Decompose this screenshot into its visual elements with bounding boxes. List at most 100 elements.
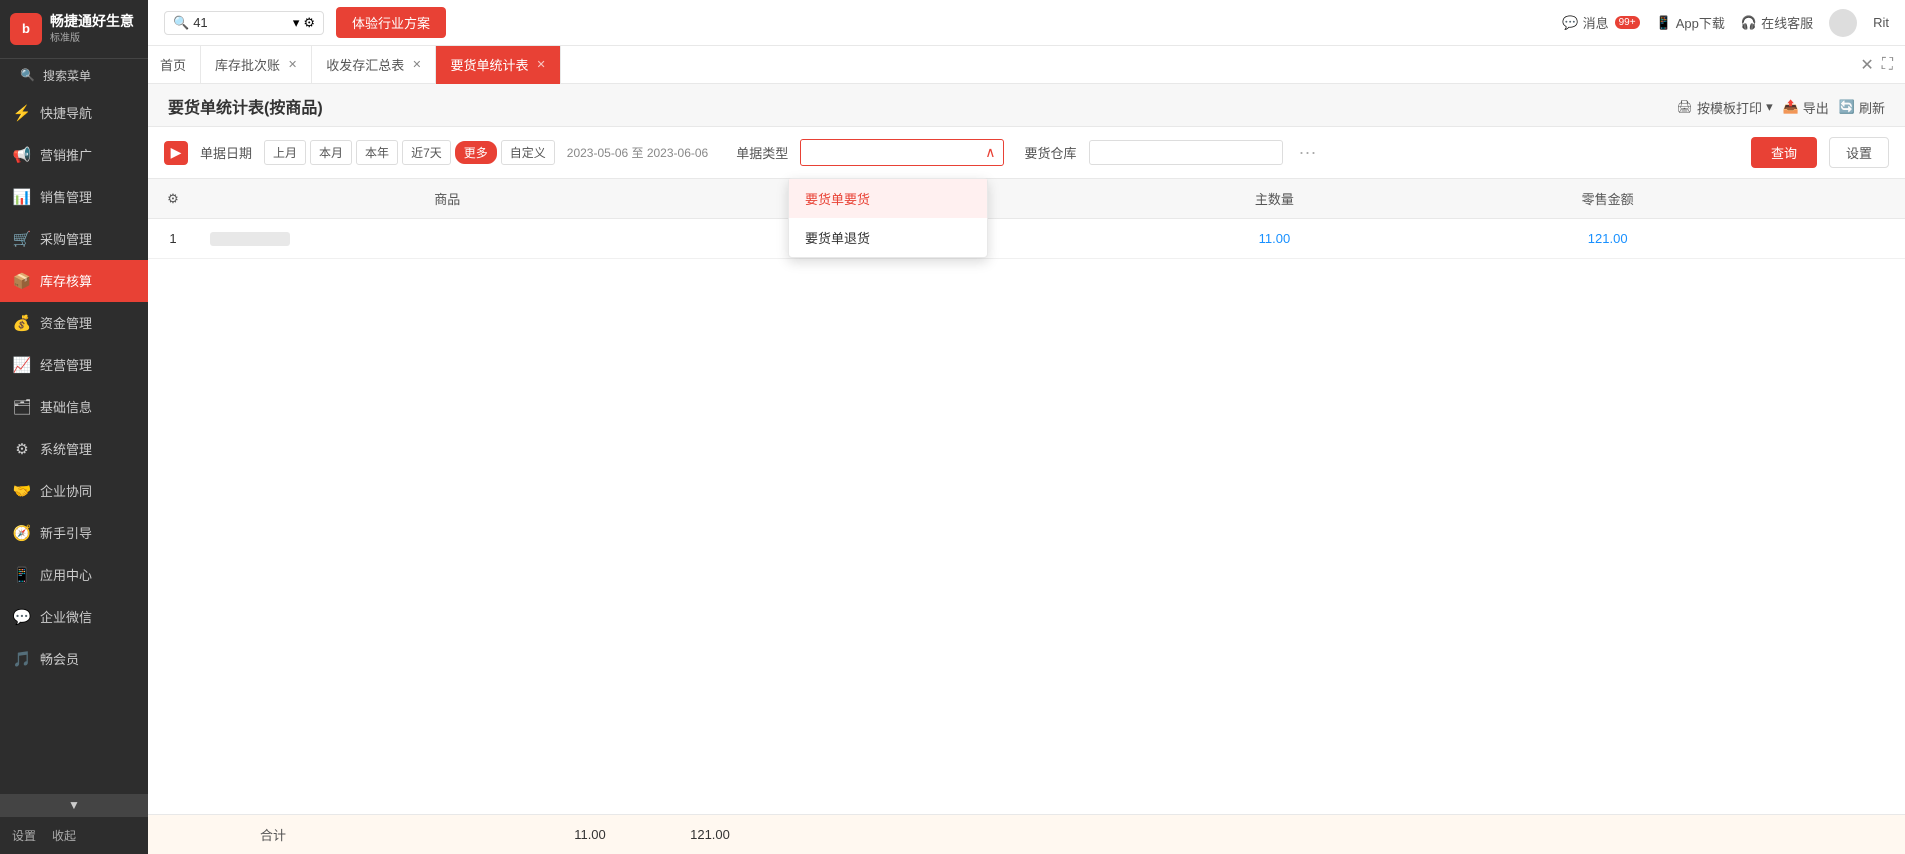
sidebar-item-inventory[interactable]: 📦 库存核算: [0, 260, 148, 302]
export-label: 导出: [1803, 98, 1829, 117]
nav-label-weixin: 企业微信: [40, 607, 92, 626]
query-btn[interactable]: 查询: [1751, 137, 1817, 168]
marketing-icon: 📢: [12, 145, 32, 165]
sidebar-item-marketing[interactable]: 📢 营销推广: [0, 134, 148, 176]
nav-label-guide: 新手引导: [40, 523, 92, 542]
table-wrap: ⚙ 商品 主计量单位 主数量 零售金额 1 块 11.00 121.00: [148, 179, 1905, 814]
tab-batch[interactable]: 库存批次账✕: [201, 46, 312, 84]
tab-label-requisition: 要货单统计表: [450, 55, 528, 74]
topbar-dropdown-icon[interactable]: ▾: [293, 15, 300, 31]
nav-label-member: 畅会员: [40, 649, 79, 668]
type-input[interactable]: [809, 145, 985, 160]
col-index: ⚙: [148, 179, 198, 219]
tab-close-summary[interactable]: ✕: [412, 58, 421, 71]
sidebar-item-finance[interactable]: 💰 资金管理: [0, 302, 148, 344]
tab-summary[interactable]: 收发存汇总表✕: [312, 46, 436, 84]
quick-nav-icon: ⚡: [12, 103, 32, 123]
settings-btn[interactable]: 设置: [1829, 137, 1889, 168]
topbar-search-input[interactable]: [193, 15, 289, 30]
user-name: Rit: [1873, 15, 1889, 30]
page-actions: 🖨 按模板打印 ▾ 📤 导出 🔄 刷新: [1677, 98, 1885, 123]
sidebar-item-operation[interactable]: 📈 经营管理: [0, 344, 148, 386]
refresh-btn[interactable]: 🔄 刷新: [1839, 98, 1885, 117]
topbar-left: 🔍 ▾ ⚙ 体验行业方案: [164, 7, 446, 38]
sidebar-item-appstore[interactable]: 📱 应用中心: [0, 554, 148, 596]
sidebar-item-guide[interactable]: 🧭 新手引导: [0, 512, 148, 554]
nav-label-purchase: 采购管理: [40, 229, 92, 248]
message-badge: 99+: [1615, 16, 1640, 29]
print-btn[interactable]: 🖨 按模板打印 ▾: [1677, 98, 1773, 117]
nav-label-operation: 经营管理: [40, 355, 92, 374]
base-icon: 🗂: [12, 397, 32, 417]
industry-btn[interactable]: 体验行业方案: [336, 7, 446, 38]
filter-expand-btn[interactable]: ▶: [164, 141, 188, 165]
sidebar-search[interactable]: 🔍 搜索菜单: [0, 59, 148, 92]
cooperation-icon: 🤝: [12, 481, 32, 501]
dropdown-item-return[interactable]: 要货单退货: [789, 218, 987, 257]
gear-icon[interactable]: ⚙: [167, 191, 179, 206]
sidebar: b 畅捷通好生意 标准版 🔍 搜索菜单 ⚡ 快捷导航 📢 营销推广 📊 销售管理…: [0, 0, 148, 854]
type-label: 单据类型: [736, 143, 788, 162]
date-btn-7days[interactable]: 近7天: [402, 140, 451, 165]
nav-label-inventory: 库存核算: [40, 271, 92, 290]
type-input-wrap[interactable]: ∧: [800, 139, 1004, 166]
finance-icon: 💰: [12, 313, 32, 333]
date-btn-more[interactable]: 更多: [455, 141, 497, 164]
col-quantity: 主数量: [1123, 179, 1425, 219]
tab-home[interactable]: 首页: [160, 46, 201, 84]
date-btn-this-month[interactable]: 本月: [310, 140, 352, 165]
online-service-item[interactable]: 🎧 在线客服: [1741, 13, 1813, 32]
topbar-settings-icon[interactable]: ⚙: [303, 15, 315, 31]
footer-amount: 121.00: [650, 827, 770, 842]
sidebar-item-sales[interactable]: 📊 销售管理: [0, 176, 148, 218]
date-buttons: 上月 本月 本年 近7天 更多 自定义: [264, 140, 555, 165]
sidebar-item-quick-nav[interactable]: ⚡ 快捷导航: [0, 92, 148, 134]
export-btn[interactable]: 📤 导出: [1783, 98, 1829, 117]
dropdown-item-requisition[interactable]: 要货单要货: [789, 179, 987, 218]
warehouse-input[interactable]: [1089, 140, 1283, 165]
sidebar-collapse[interactable]: 收起: [52, 827, 76, 844]
print-dropdown-icon[interactable]: ▾: [1766, 99, 1773, 115]
print-icon: 🖨: [1677, 99, 1694, 115]
sidebar-item-weixin[interactable]: 💬 企业微信: [0, 596, 148, 638]
message-icon: 💬: [1562, 15, 1578, 31]
tab-close-requisition[interactable]: ✕: [537, 58, 546, 71]
nav-label-sales: 销售管理: [40, 187, 92, 206]
sidebar-item-system[interactable]: ⚙ 系统管理: [0, 428, 148, 470]
nav-label-quick-nav: 快捷导航: [40, 103, 92, 122]
topbar: 🔍 ▾ ⚙ 体验行业方案 💬 消息 99+ 📱 App下载 🎧 在线客服: [148, 0, 1905, 46]
sidebar-item-base[interactable]: 🗂 基础信息: [0, 386, 148, 428]
tab-close-batch[interactable]: ✕: [288, 58, 297, 71]
date-btn-last-month[interactable]: 上月: [264, 140, 306, 165]
tab-close-all-icon[interactable]: ✕: [1860, 55, 1873, 75]
app-logo-icon: b: [10, 13, 42, 45]
cell-index-0: 1: [148, 219, 198, 259]
date-btn-this-year[interactable]: 本年: [356, 140, 398, 165]
more-filters-icon[interactable]: ···: [1299, 142, 1317, 163]
export-icon: 📤: [1783, 99, 1799, 115]
sidebar-logo: b 畅捷通好生意 标准版: [0, 0, 148, 59]
app-download-label: App下载: [1676, 13, 1725, 32]
page-title: 要货单统计表(按商品): [168, 94, 323, 118]
type-dropdown-icon[interactable]: ∧: [985, 144, 995, 161]
sidebar-item-cooperation[interactable]: 🤝 企业协同: [0, 470, 148, 512]
topbar-right: 💬 消息 99+ 📱 App下载 🎧 在线客服 Rit: [1562, 9, 1889, 37]
topbar-search-wrap[interactable]: 🔍 ▾ ⚙: [164, 11, 324, 35]
cell-amount-0: 121.00: [1425, 219, 1789, 259]
tab-maximize-icon[interactable]: ⛶: [1882, 56, 1893, 74]
sidebar-item-purchase[interactable]: 🛒 采购管理: [0, 218, 148, 260]
message-item[interactable]: 💬 消息 99+: [1562, 13, 1639, 32]
tab-requisition[interactable]: 要货单统计表 ✕: [436, 46, 560, 84]
sidebar-settings[interactable]: 设置: [12, 827, 36, 844]
date-range: 2023-05-06 至 2023-06-06: [567, 144, 708, 161]
main-content: 🔍 ▾ ⚙ 体验行业方案 💬 消息 99+ 📱 App下载 🎧 在线客服: [148, 0, 1905, 854]
app-title: 畅捷通好生意: [50, 12, 134, 32]
user-avatar[interactable]: [1829, 9, 1857, 37]
date-btn-custom[interactable]: 自定义: [501, 140, 555, 165]
sidebar-scroll-down[interactable]: ▼: [0, 794, 148, 816]
nav-label-finance: 资金管理: [40, 313, 92, 332]
sidebar-item-member[interactable]: 🎵 畅会员: [0, 638, 148, 680]
topbar-search-icon: 🔍: [173, 15, 189, 31]
table-row: 1 块 11.00 121.00: [148, 219, 1905, 259]
app-download-item[interactable]: 📱 App下载: [1656, 13, 1725, 32]
